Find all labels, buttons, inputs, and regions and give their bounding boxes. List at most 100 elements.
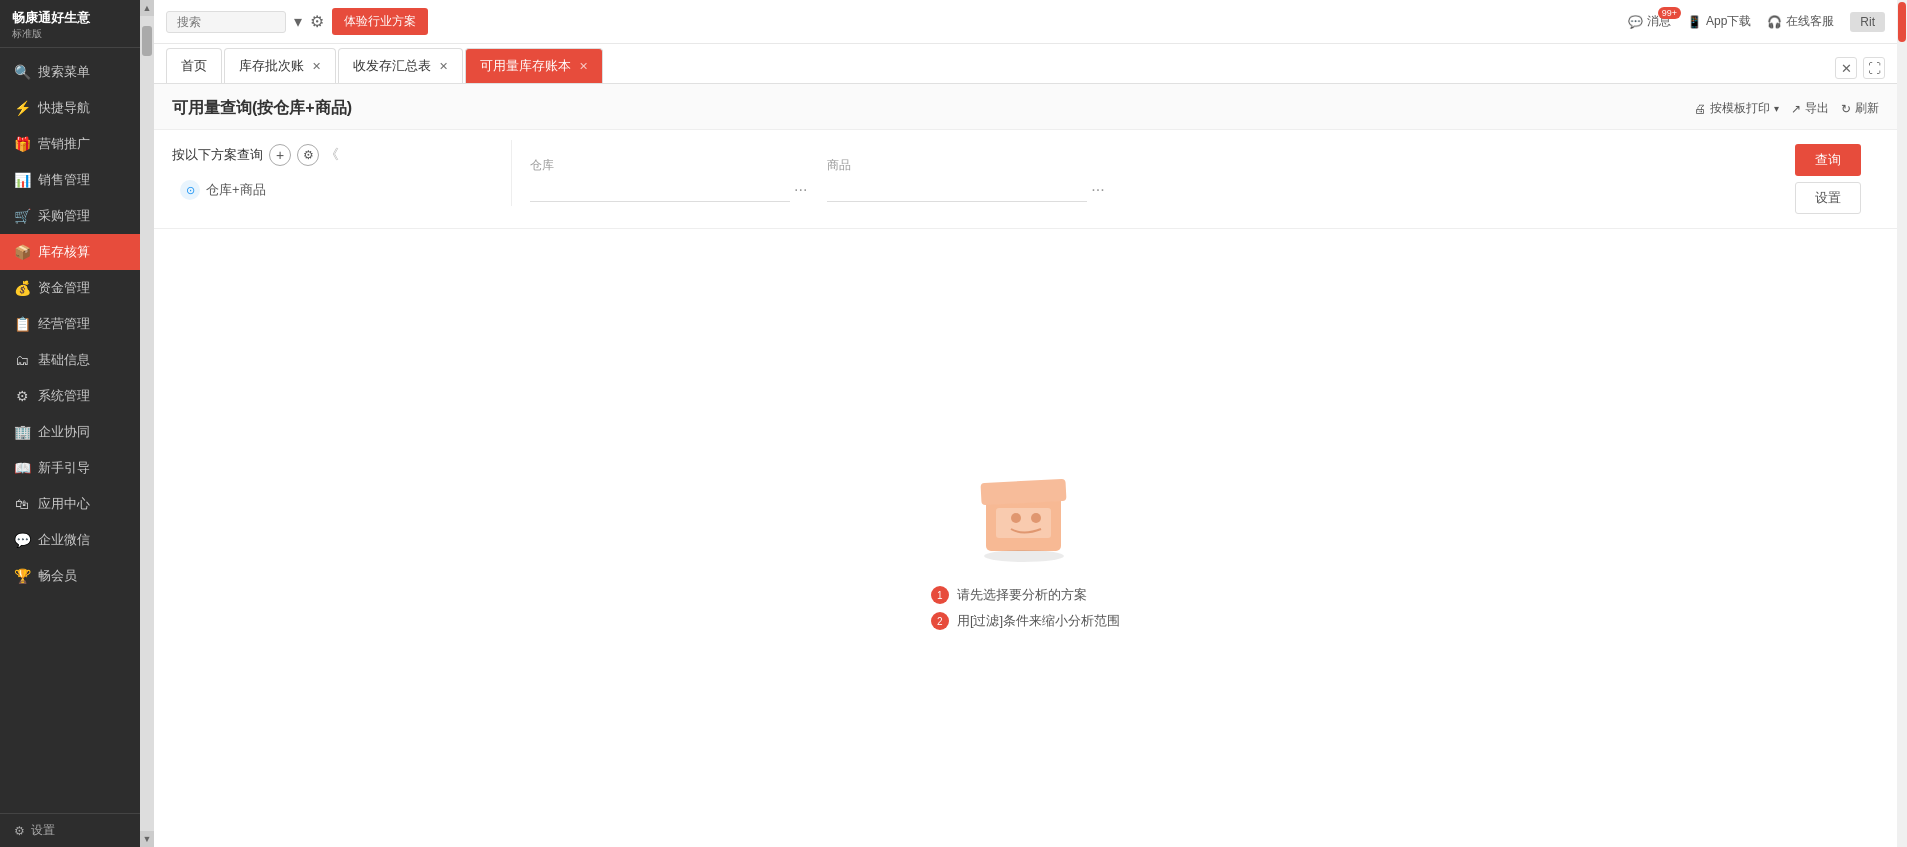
product-input[interactable]: [827, 178, 1087, 202]
schema-settings-button[interactable]: ⚙: [297, 144, 319, 166]
sidebar-nav: 🔍 搜索菜单 ⚡ 快捷导航 🎁 营销推广 📊 销售管理 🛒 采购管理 📦: [0, 48, 140, 813]
scroll-track: [140, 16, 154, 831]
sidebar-item-operation[interactable]: 📋 经营管理: [0, 306, 140, 342]
tab-home-label: 首页: [181, 57, 207, 75]
sidebar: 畅康通好生意 标准版 🔍 搜索菜单 ⚡ 快捷导航 🎁 营销推广 📊 销售管理: [0, 0, 140, 847]
online-service-label: 在线客服: [1786, 13, 1834, 30]
sidebar-item-system[interactable]: ⚙ 系统管理: [0, 378, 140, 414]
scroll-down-btn[interactable]: ▼: [140, 831, 154, 847]
collapse-icon[interactable]: 《: [325, 146, 339, 164]
sidebar-item-shortcut[interactable]: ⚡ 快捷导航: [0, 90, 140, 126]
tab-expand-button[interactable]: ⛶: [1863, 57, 1885, 79]
sidebar-item-label: 搜索菜单: [38, 63, 90, 81]
sidebar-item-label: 基础信息: [38, 351, 90, 369]
step-1-text: 请先选择要分析的方案: [957, 586, 1087, 604]
settings-button[interactable]: 设置: [1795, 182, 1861, 214]
svg-rect-2: [996, 508, 1051, 538]
right-scroll-thumb: [1898, 2, 1906, 42]
dropdown-icon[interactable]: ▾: [294, 12, 302, 31]
sidebar-item-search[interactable]: 🔍 搜索菜单: [0, 54, 140, 90]
print-action[interactable]: 🖨 按模板打印 ▾: [1694, 100, 1779, 117]
filter-right-panel: 仓库 ··· 商品 ··· 查询: [512, 140, 1879, 218]
product-filter-field: 商品 ···: [827, 157, 1104, 202]
product-label: 商品: [827, 157, 1104, 174]
tab-home[interactable]: 首页: [166, 48, 222, 83]
warehouse-label: 仓库: [530, 157, 807, 174]
notification-badge: 99+: [1658, 7, 1681, 19]
tab-batch-account-close[interactable]: ✕: [312, 60, 321, 73]
topbar: ▾ ⚙ 体验行业方案 💬 消息 99+ 📱 App下载 🎧 在线客服: [154, 0, 1897, 44]
export-icon: ↗: [1791, 102, 1801, 116]
sidebar-item-member[interactable]: 🏆 畅会员: [0, 558, 140, 594]
schema-warehouse-product[interactable]: ⊙ 仓库+商品: [172, 174, 501, 206]
sidebar-item-finance[interactable]: 💰 资金管理: [0, 270, 140, 306]
main-content: ▾ ⚙ 体验行业方案 💬 消息 99+ 📱 App下载 🎧 在线客服: [154, 0, 1897, 847]
sidebar-item-guide[interactable]: 📖 新手引导: [0, 450, 140, 486]
filter-schema-header: 按以下方案查询 + ⚙ 《: [172, 140, 501, 174]
enterprise-icon: 🏢: [14, 424, 30, 440]
print-dropdown-icon: ▾: [1774, 103, 1779, 114]
page-actions: 🖨 按模板打印 ▾ ↗ 导出 ↻ 刷新: [1694, 100, 1879, 117]
sidebar-item-enterprise[interactable]: 🏢 企业协同: [0, 414, 140, 450]
tab-receipt-summary-close[interactable]: ✕: [439, 60, 448, 73]
tab-batch-account[interactable]: 库存批次账 ✕: [224, 48, 336, 83]
sidebar-item-purchase[interactable]: 🛒 采购管理: [0, 198, 140, 234]
sidebar-footer-label: 设置: [31, 822, 55, 839]
query-button[interactable]: 查询: [1795, 144, 1861, 176]
sidebar-item-label: 系统管理: [38, 387, 90, 405]
sidebar-item-label: 应用中心: [38, 495, 90, 513]
sidebar-item-appstore[interactable]: 🛍 应用中心: [0, 486, 140, 522]
product-more-icon[interactable]: ···: [1091, 181, 1104, 199]
purchase-icon: 🛒: [14, 208, 30, 224]
warehouse-input[interactable]: [530, 178, 790, 202]
sidebar-item-basic[interactable]: 🗂 基础信息: [0, 342, 140, 378]
user-name: Rit: [1860, 15, 1875, 29]
svg-point-5: [984, 550, 1064, 562]
tab-available-stock[interactable]: 可用量库存账本 ✕: [465, 48, 603, 83]
sidebar-item-label: 企业微信: [38, 531, 90, 549]
sidebar-item-label: 企业协同: [38, 423, 90, 441]
brand-sub: 标准版: [12, 27, 128, 41]
shortcut-icon: ⚡: [14, 100, 30, 116]
warehouse-more-icon[interactable]: ···: [794, 181, 807, 199]
tab-receipt-summary[interactable]: 收发存汇总表 ✕: [338, 48, 463, 83]
guide-icon: 📖: [14, 460, 30, 476]
app-download-label: App下载: [1706, 13, 1751, 30]
industry-solution-button[interactable]: 体验行业方案: [332, 8, 428, 35]
empty-illustration: [966, 446, 1086, 566]
tab-batch-account-label: 库存批次账: [239, 57, 304, 75]
tab-receipt-summary-label: 收发存汇总表: [353, 57, 431, 75]
sidebar-item-wechat[interactable]: 💬 企业微信: [0, 522, 140, 558]
svg-point-4: [1031, 513, 1041, 523]
sidebar-header: 畅康通好生意 标准版: [0, 0, 140, 48]
export-label: 导出: [1805, 100, 1829, 117]
marketing-icon: 🎁: [14, 136, 30, 152]
user-profile[interactable]: Rit: [1850, 12, 1885, 32]
sidebar-item-label: 新手引导: [38, 459, 90, 477]
scroll-up-btn[interactable]: ▲: [140, 0, 154, 16]
notification-item[interactable]: 💬 消息 99+: [1628, 13, 1671, 30]
tab-available-stock-close[interactable]: ✕: [579, 60, 588, 73]
export-action[interactable]: ↗ 导出: [1791, 100, 1829, 117]
step-2-text: 用[过滤]条件来缩小分析范围: [957, 612, 1120, 630]
operation-icon: 📋: [14, 316, 30, 332]
refresh-label: 刷新: [1855, 100, 1879, 117]
app-download-item[interactable]: 📱 App下载: [1687, 13, 1751, 30]
right-scrollbar[interactable]: [1897, 0, 1907, 847]
sidebar-item-sales[interactable]: 📊 销售管理: [0, 162, 140, 198]
svg-point-3: [1011, 513, 1021, 523]
page-header: 可用量查询(按仓库+商品) 🖨 按模板打印 ▾ ↗ 导出 ↻ 刷新: [154, 84, 1897, 130]
add-schema-button[interactable]: +: [269, 144, 291, 166]
settings-icon[interactable]: ⚙: [310, 12, 324, 31]
sidebar-footer[interactable]: ⚙ 设置: [0, 813, 140, 847]
step-1-number: 1: [931, 586, 949, 604]
sidebar-item-inventory[interactable]: 📦 库存核算: [0, 234, 140, 270]
online-service-item[interactable]: 🎧 在线客服: [1767, 13, 1834, 30]
tab-close-button[interactable]: ✕: [1835, 57, 1857, 79]
empty-step-2: 2 用[过滤]条件来缩小分析范围: [931, 612, 1120, 630]
filter-left-panel: 按以下方案查询 + ⚙ 《 ⊙ 仓库+商品: [172, 140, 512, 206]
topbar-search-input[interactable]: [166, 11, 286, 33]
refresh-icon: ↻: [1841, 102, 1851, 116]
refresh-action[interactable]: ↻ 刷新: [1841, 100, 1879, 117]
sidebar-item-marketing[interactable]: 🎁 营销推广: [0, 126, 140, 162]
